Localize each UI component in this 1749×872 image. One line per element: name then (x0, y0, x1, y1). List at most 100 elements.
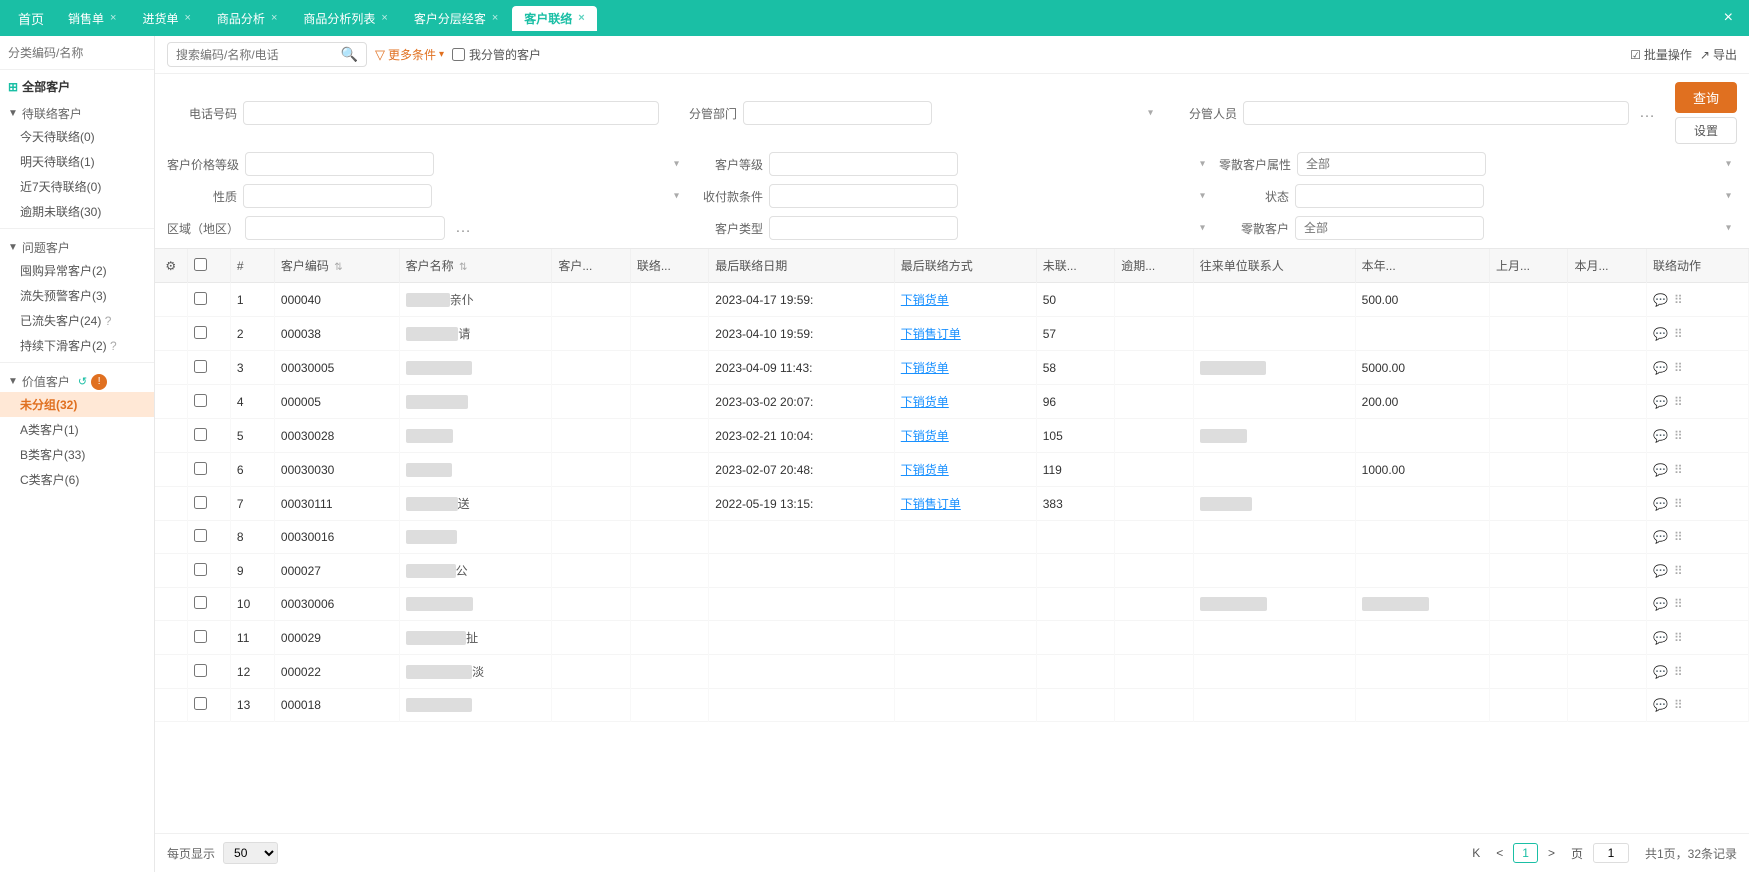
sidebar-item-churn-risk[interactable]: 流失预警客户(3) (0, 283, 154, 308)
more-action-icon[interactable]: ⠿ (1674, 698, 1683, 712)
contact-icon[interactable]: 💬 (1653, 497, 1668, 511)
row-action[interactable]: 💬 ⠿ (1646, 554, 1748, 588)
row-select-checkbox[interactable] (194, 496, 207, 509)
more-action-icon[interactable]: ⠿ (1674, 463, 1683, 477)
row-select-checkbox[interactable] (194, 428, 207, 441)
row-last-method[interactable]: 下销售订单 (894, 317, 1036, 351)
region-input[interactable] (245, 216, 445, 240)
row-select-checkbox[interactable] (194, 529, 207, 542)
customer-type-input[interactable] (769, 216, 958, 240)
sidebar-item-abnormal[interactable]: 囤购异常客户(2) (0, 258, 154, 283)
page-prev-btn[interactable]: < (1490, 844, 1509, 862)
row-action[interactable]: 💬 ⠿ (1646, 419, 1748, 453)
contact-icon[interactable]: 💬 (1653, 530, 1668, 544)
col-code[interactable]: 客户编码 ⇅ (274, 249, 399, 283)
row-checkbox[interactable] (187, 655, 230, 689)
row-action[interactable]: 💬 ⠿ (1646, 521, 1748, 554)
row-last-method[interactable] (894, 621, 1036, 655)
dept-select[interactable] (743, 101, 932, 125)
sidebar-item-declining[interactable]: 持续下滑客户(2) ? (0, 333, 154, 358)
nav-tab-sales[interactable]: 销售单 × (56, 6, 128, 31)
nav-tab-product-analysis[interactable]: 商品分析 × (205, 6, 289, 31)
nav-tab-customer-tier[interactable]: 客户分层经客 × (402, 6, 510, 31)
search-icon[interactable]: 🔍 (341, 46, 358, 63)
close-customer-tier-tab[interactable]: × (492, 12, 498, 24)
contact-icon[interactable]: 💬 (1653, 361, 1668, 375)
close-product-analysis-tab[interactable]: × (271, 12, 277, 24)
sidebar-all-customers[interactable]: ⊞ 全部客户 (0, 70, 154, 99)
row-select-checkbox[interactable] (194, 664, 207, 677)
sidebar-search-input[interactable] (8, 46, 155, 60)
sidebar-item-class-b[interactable]: B类客户(33) (0, 442, 154, 467)
contact-icon[interactable]: 💬 (1653, 463, 1668, 477)
nav-home[interactable]: 首页 (8, 5, 54, 32)
payment-input[interactable] (769, 184, 958, 208)
query-button[interactable]: 查询 (1675, 82, 1737, 113)
person-more-icon[interactable]: … (1635, 104, 1659, 122)
contact-icon[interactable]: 💬 (1653, 293, 1668, 307)
col-name[interactable]: 客户名称 ⇅ (399, 249, 552, 283)
close-purchase-tab[interactable]: × (184, 12, 190, 24)
current-page[interactable]: 1 (1513, 843, 1538, 863)
gender-input[interactable] (243, 184, 432, 208)
row-last-method[interactable] (894, 554, 1036, 588)
my-customers-checkbox[interactable] (452, 48, 465, 61)
sidebar-group-value[interactable]: ▼ 价值客户 ↺ ! (0, 367, 154, 392)
row-checkbox[interactable] (187, 283, 230, 317)
more-conditions-btn[interactable]: ▽ 更多条件 ▾ (375, 46, 444, 63)
contact-icon[interactable]: 💬 (1653, 631, 1668, 645)
row-action[interactable]: 💬 ⠿ (1646, 351, 1748, 385)
region-more-icon[interactable]: … (451, 219, 475, 237)
row-select-checkbox[interactable] (194, 630, 207, 643)
close-sales-tab[interactable]: × (110, 12, 116, 24)
row-checkbox[interactable] (187, 621, 230, 655)
row-last-method[interactable] (894, 521, 1036, 554)
more-action-icon[interactable]: ⠿ (1674, 497, 1683, 511)
select-all-checkbox[interactable] (194, 258, 207, 271)
row-select-checkbox[interactable] (194, 326, 207, 339)
contact-icon[interactable]: 💬 (1653, 665, 1668, 679)
row-action[interactable]: 💬 ⠿ (1646, 453, 1748, 487)
page-first-btn[interactable]: K (1466, 844, 1486, 862)
row-checkbox[interactable] (187, 521, 230, 554)
sidebar-item-class-a[interactable]: A类客户(1) (0, 417, 154, 442)
row-last-method[interactable] (894, 588, 1036, 621)
nav-tab-customer-contact[interactable]: 客户联络 × (512, 6, 596, 31)
export-btn[interactable]: ↗ 导出 (1700, 46, 1737, 63)
more-action-icon[interactable]: ⠿ (1674, 395, 1683, 409)
sidebar-item-overdue-pending[interactable]: 逾期未联络(30) (0, 199, 154, 224)
row-select-checkbox[interactable] (194, 360, 207, 373)
row-last-method[interactable]: 下销货单 (894, 283, 1036, 317)
close-customer-contact-tab[interactable]: × (578, 12, 584, 24)
row-select-checkbox[interactable] (194, 462, 207, 475)
row-last-method[interactable]: 下销售订单 (894, 487, 1036, 521)
contact-icon[interactable]: 💬 (1653, 564, 1668, 578)
row-checkbox[interactable] (187, 317, 230, 351)
row-checkbox[interactable] (187, 419, 230, 453)
row-action[interactable]: 💬 ⠿ (1646, 487, 1748, 521)
more-action-icon[interactable]: ⠿ (1674, 429, 1683, 443)
row-last-method[interactable] (894, 689, 1036, 722)
row-checkbox[interactable] (187, 453, 230, 487)
contact-icon[interactable]: 💬 (1653, 597, 1668, 611)
contact-icon[interactable]: 💬 (1653, 327, 1668, 341)
row-checkbox[interactable] (187, 487, 230, 521)
nav-tab-purchase[interactable]: 进货单 × (130, 6, 202, 31)
more-action-icon[interactable]: ⠿ (1674, 564, 1683, 578)
close-product-list-tab[interactable]: × (381, 12, 387, 24)
row-action[interactable]: 💬 ⠿ (1646, 317, 1748, 351)
sidebar-group-problem[interactable]: ▼ 问题客户 (0, 233, 154, 258)
refresh-icon[interactable]: ↺ (78, 375, 87, 388)
sidebar-item-today-pending[interactable]: 今天待联络(0) (0, 124, 154, 149)
status-input[interactable] (1295, 184, 1484, 208)
more-action-icon[interactable]: ⠿ (1674, 597, 1683, 611)
price-level-input[interactable] (245, 152, 434, 176)
row-select-checkbox[interactable] (194, 394, 207, 407)
row-last-method[interactable]: 下销货单 (894, 351, 1036, 385)
row-action[interactable]: 💬 ⠿ (1646, 385, 1748, 419)
sidebar-item-ungrouped[interactable]: 未分组(32) (0, 392, 154, 417)
more-action-icon[interactable]: ⠿ (1674, 361, 1683, 375)
page-jump-input[interactable] (1593, 843, 1629, 863)
page-next-btn[interactable]: > (1542, 844, 1561, 862)
row-select-checkbox[interactable] (194, 563, 207, 576)
